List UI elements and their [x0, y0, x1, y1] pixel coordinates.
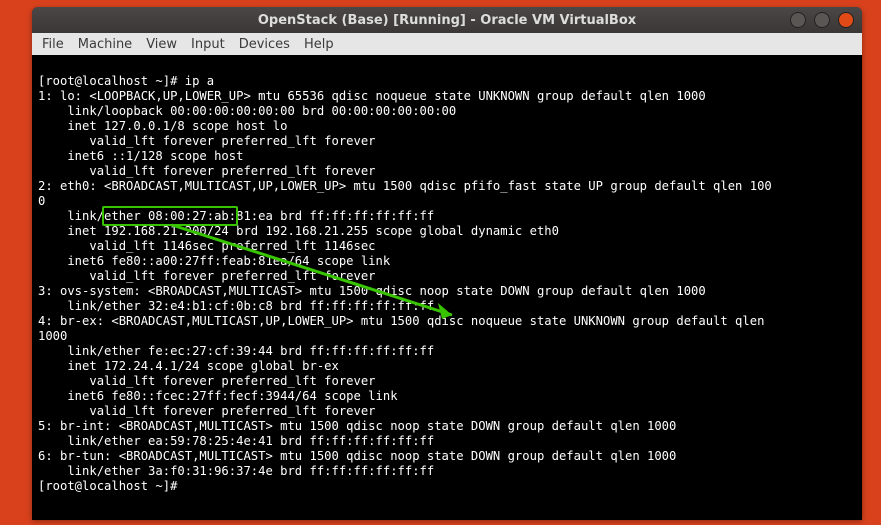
- terminal-line: 1: lo: <LOOPBACK,UP,LOWER_UP> mtu 65536 …: [38, 89, 706, 103]
- menu-view[interactable]: View: [146, 37, 177, 52]
- window-buttons: [790, 12, 854, 28]
- terminal[interactable]: [root@localhost ~]# ip a 1: lo: <LOOPBAC…: [32, 55, 862, 520]
- terminal-line: inet6 fe80::a00:27ff:feab:81ea/64 scope …: [38, 254, 390, 268]
- terminal-line: inet 127.0.0.1/8 scope host lo: [38, 119, 287, 133]
- close-button[interactable]: [838, 12, 854, 28]
- terminal-line: inet 172.24.4.1/24 scope global br-ex: [38, 359, 339, 373]
- menu-machine[interactable]: Machine: [78, 37, 132, 52]
- terminal-line: 4: br-ex: <BROADCAST,MULTICAST,UP,LOWER_…: [38, 314, 772, 328]
- menu-input[interactable]: Input: [191, 37, 225, 52]
- terminal-line: inet6 ::1/128 scope host: [38, 149, 243, 163]
- terminal-line: 2: eth0: <BROADCAST,MULTICAST,UP,LOWER_U…: [38, 179, 772, 193]
- terminal-line: 5: br-int: <BROADCAST,MULTICAST> mtu 150…: [38, 419, 676, 433]
- minimize-button[interactable]: [790, 12, 806, 28]
- terminal-prompt-2: [root@localhost ~]#: [38, 479, 177, 493]
- terminal-line: valid_lft 1146sec preferred_lft 1146sec: [38, 239, 376, 253]
- terminal-line: inet 192.168.21.200/24 brd 192.168.21.25…: [38, 224, 559, 238]
- vm-window: OpenStack (Base) [Running] - Oracle VM V…: [32, 7, 862, 519]
- titlebar[interactable]: OpenStack (Base) [Running] - Oracle VM V…: [32, 7, 862, 33]
- terminal-line: valid_lft forever preferred_lft forever: [38, 404, 376, 418]
- terminal-line: link/ether fe:ec:27:cf:39:44 brd ff:ff:f…: [38, 344, 434, 358]
- terminal-line: 1000: [38, 329, 67, 343]
- terminal-line: link/ether 3a:f0:31:96:37:4e brd ff:ff:f…: [38, 464, 434, 478]
- terminal-line: 6: br-tun: <BROADCAST,MULTICAST> mtu 150…: [38, 449, 676, 463]
- menubar: File Machine View Input Devices Help: [32, 33, 862, 55]
- window-title: OpenStack (Base) [Running] - Oracle VM V…: [258, 13, 636, 28]
- terminal-line: valid_lft forever preferred_lft forever: [38, 164, 376, 178]
- terminal-line: link/ether 32:e4:b1:cf:0b:c8 brd ff:ff:f…: [38, 299, 434, 313]
- terminal-line: inet6 fe80::fcec:27ff:fecf:3944/64 scope…: [38, 389, 398, 403]
- terminal-prompt-1: [root@localhost ~]# ip a: [38, 74, 214, 88]
- maximize-button[interactable]: [814, 12, 830, 28]
- terminal-line: valid_lft forever preferred_lft forever: [38, 374, 376, 388]
- terminal-line: valid_lft forever preferred_lft forever: [38, 134, 376, 148]
- terminal-line: 3: ovs-system: <BROADCAST,MULTICAST> mtu…: [38, 284, 706, 298]
- terminal-line: link/loopback 00:00:00:00:00:00 brd 00:0…: [38, 104, 456, 118]
- terminal-line: link/ether ea:59:78:25:4e:41 brd ff:ff:f…: [38, 434, 434, 448]
- terminal-line: valid_lft forever preferred_lft forever: [38, 269, 376, 283]
- menu-devices[interactable]: Devices: [239, 37, 290, 52]
- menu-file[interactable]: File: [42, 37, 64, 52]
- menu-help[interactable]: Help: [304, 37, 334, 52]
- terminal-line: link/ether 08:00:27:ab:81:ea brd ff:ff:f…: [38, 209, 434, 223]
- terminal-line: 0: [38, 194, 45, 208]
